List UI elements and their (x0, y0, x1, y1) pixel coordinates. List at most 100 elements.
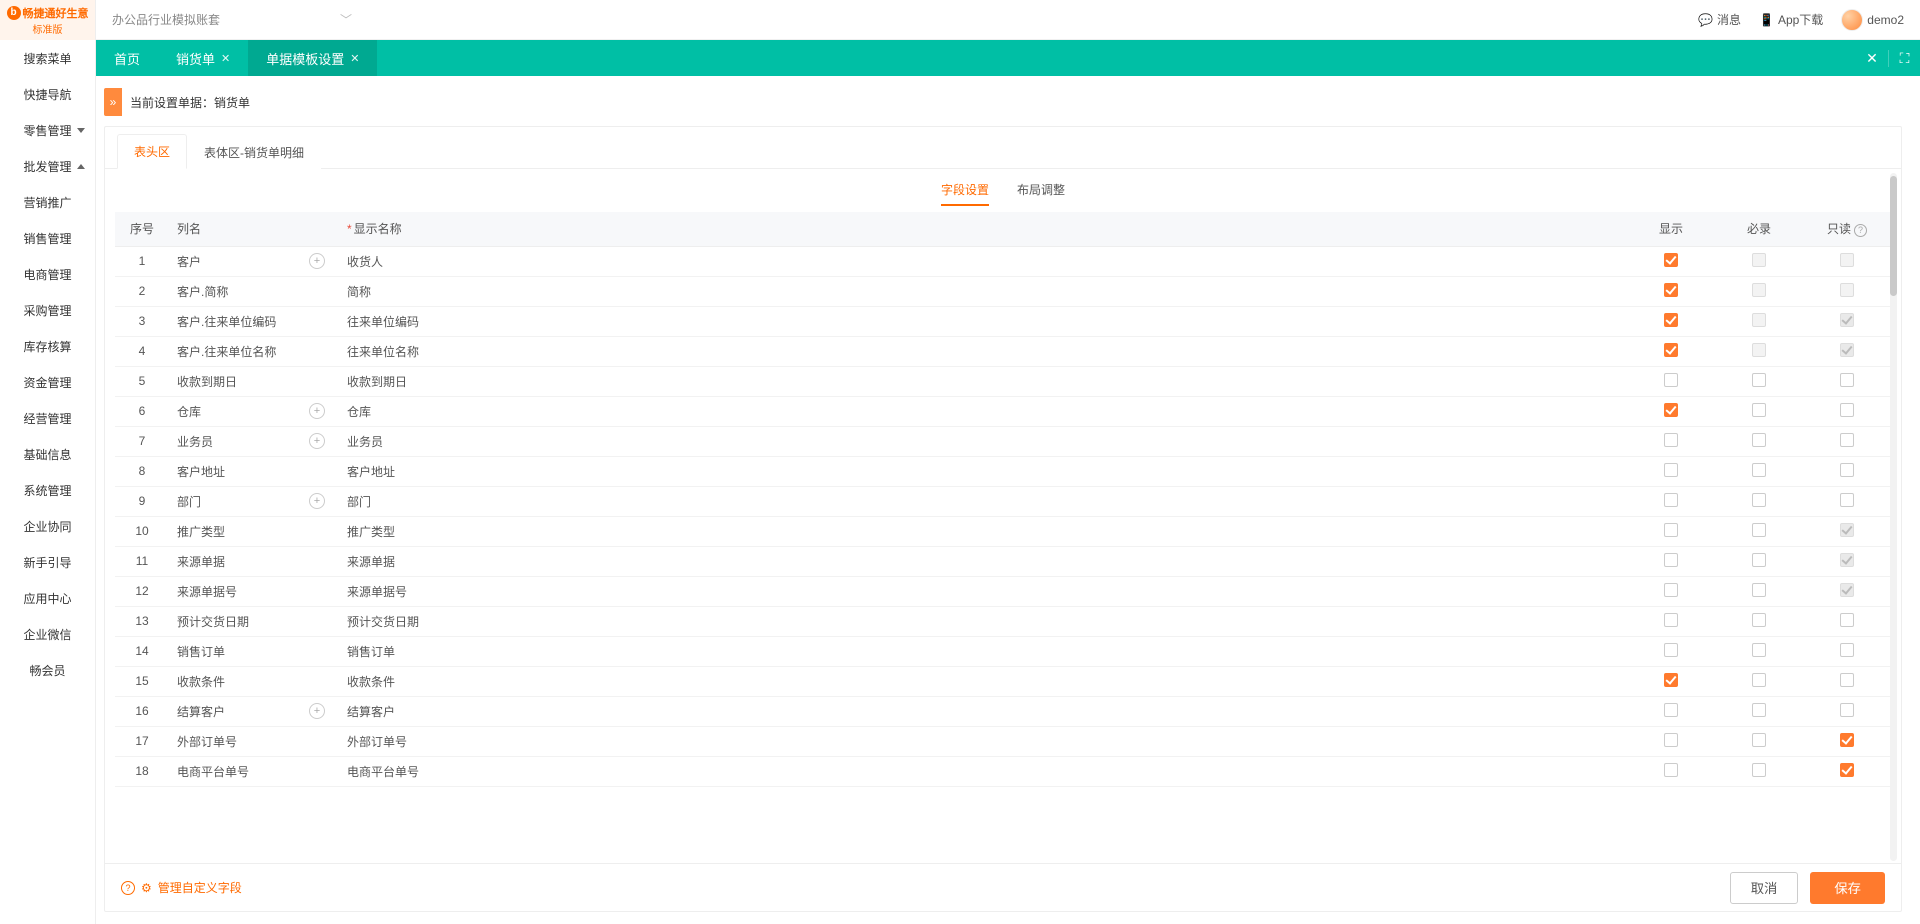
checkbox[interactable] (1752, 433, 1766, 447)
checkbox[interactable] (1664, 703, 1678, 717)
cell-displayname[interactable]: 收货人 (339, 246, 1627, 276)
checkbox[interactable] (1664, 373, 1678, 387)
sidebar-subitem[interactable]: 营销推广 (0, 184, 95, 220)
checkbox[interactable] (1752, 703, 1766, 717)
checkbox[interactable] (1664, 523, 1678, 537)
checkbox[interactable] (1840, 493, 1854, 507)
help-icon[interactable]: ? (1854, 224, 1867, 237)
checkbox[interactable] (1664, 553, 1678, 567)
sidebar-item[interactable]: 零售管理 (0, 112, 95, 148)
save-button[interactable]: 保存 (1810, 872, 1885, 904)
cancel-button[interactable]: 取消 (1730, 872, 1799, 904)
checkbox[interactable] (1840, 613, 1854, 627)
sidebar-item[interactable]: 基础信息 (0, 436, 95, 472)
account-switcher[interactable]: 办公品行业模拟账套 ﹀ (112, 11, 352, 28)
checkbox[interactable] (1752, 493, 1766, 507)
checkbox[interactable] (1840, 403, 1854, 417)
sidebar-item[interactable]: 新手引导 (0, 544, 95, 580)
manage-custom-fields-link[interactable]: ⚙ 管理自定义字段 (121, 879, 242, 896)
checkbox[interactable] (1664, 253, 1678, 267)
checkbox[interactable] (1664, 463, 1678, 477)
checkbox[interactable] (1840, 643, 1854, 657)
cell-displayname[interactable]: 部门 (339, 486, 1627, 516)
sidebar-item[interactable]: 快捷导航 (0, 76, 95, 112)
checkbox[interactable] (1840, 733, 1854, 747)
cell-displayname[interactable]: 业务员 (339, 426, 1627, 456)
add-subcolumn-icon[interactable]: + (309, 403, 325, 419)
add-subcolumn-icon[interactable]: + (309, 433, 325, 449)
tab-sales-doc[interactable]: 销货单 ✕ (158, 40, 248, 76)
checkbox[interactable] (1752, 553, 1766, 567)
tabbar-close-all[interactable]: ✕ (1856, 50, 1888, 67)
mode-tab-field-settings[interactable]: 字段设置 (941, 181, 989, 206)
checkbox[interactable] (1752, 403, 1766, 417)
vertical-scrollbar-thumb[interactable] (1890, 176, 1897, 296)
checkbox[interactable] (1752, 373, 1766, 387)
checkbox[interactable] (1664, 343, 1678, 357)
checkbox[interactable] (1752, 643, 1766, 657)
tab-template-settings[interactable]: 单据模板设置 ✕ (248, 40, 377, 76)
checkbox[interactable] (1752, 763, 1766, 777)
checkbox[interactable] (1664, 613, 1678, 627)
user-menu[interactable]: demo2 (1841, 9, 1904, 31)
cell-displayname[interactable]: 简称 (339, 276, 1627, 306)
checkbox[interactable] (1752, 583, 1766, 597)
cell-displayname[interactable]: 收款到期日 (339, 366, 1627, 396)
add-subcolumn-icon[interactable]: + (309, 253, 325, 269)
sidebar-item[interactable]: 电商管理 (0, 256, 95, 292)
cell-displayname[interactable]: 收款条件 (339, 666, 1627, 696)
checkbox[interactable] (1664, 403, 1678, 417)
sidebar-item[interactable]: 采购管理 (0, 292, 95, 328)
cell-displayname[interactable]: 来源单据号 (339, 576, 1627, 606)
tab-home[interactable]: 首页 (96, 40, 158, 76)
checkbox[interactable] (1664, 763, 1678, 777)
sidebar-subitem[interactable]: 销售管理 (0, 220, 95, 256)
sidebar-item[interactable]: 企业微信 (0, 616, 95, 652)
fields-table-scroll[interactable]: 序号 列名 *显示名称 显示 必录 只读? 1客户+收货人2客户 (105, 212, 1901, 863)
cell-displayname[interactable]: 电商平台单号 (339, 756, 1627, 786)
checkbox[interactable] (1664, 733, 1678, 747)
card-tab-body-area[interactable]: 表体区-销货单明细 (187, 135, 321, 169)
checkbox[interactable] (1840, 703, 1854, 717)
sidebar-item[interactable]: 经营管理 (0, 400, 95, 436)
add-subcolumn-icon[interactable]: + (309, 703, 325, 719)
app-download-button[interactable]: 📱 App下载 (1759, 11, 1823, 28)
vertical-scrollbar[interactable] (1890, 173, 1897, 861)
checkbox[interactable] (1664, 433, 1678, 447)
checkbox[interactable] (1752, 463, 1766, 477)
close-icon[interactable]: ✕ (221, 52, 230, 65)
messages-button[interactable]: 💬 消息 (1698, 11, 1741, 28)
checkbox[interactable] (1840, 373, 1854, 387)
mode-tab-layout[interactable]: 布局调整 (1017, 181, 1065, 206)
cell-displayname[interactable]: 外部订单号 (339, 726, 1627, 756)
cell-displayname[interactable]: 客户地址 (339, 456, 1627, 486)
cell-displayname[interactable]: 销售订单 (339, 636, 1627, 666)
cell-displayname[interactable]: 往来单位编码 (339, 306, 1627, 336)
sidebar-item[interactable]: 搜索菜单 (0, 40, 95, 76)
checkbox[interactable] (1664, 583, 1678, 597)
sidebar-item[interactable]: 库存核算 (0, 328, 95, 364)
checkbox[interactable] (1840, 763, 1854, 777)
checkbox[interactable] (1664, 643, 1678, 657)
checkbox[interactable] (1840, 463, 1854, 477)
checkbox[interactable] (1664, 313, 1678, 327)
cell-displayname[interactable]: 预计交货日期 (339, 606, 1627, 636)
checkbox[interactable] (1752, 523, 1766, 537)
checkbox[interactable] (1664, 673, 1678, 687)
cell-displayname[interactable]: 来源单据 (339, 546, 1627, 576)
checkbox[interactable] (1840, 673, 1854, 687)
cell-displayname[interactable]: 往来单位名称 (339, 336, 1627, 366)
sidebar-item[interactable]: 批发管理 (0, 148, 95, 184)
checkbox[interactable] (1840, 433, 1854, 447)
sidebar-item[interactable]: 应用中心 (0, 580, 95, 616)
tabbar-fullscreen[interactable]: ⛶ (1888, 50, 1920, 67)
checkbox[interactable] (1752, 733, 1766, 747)
cell-displayname[interactable]: 推广类型 (339, 516, 1627, 546)
sidebar-item[interactable]: 畅会员 (0, 652, 95, 688)
context-expand-handle[interactable]: » (104, 88, 122, 116)
card-tab-header-area[interactable]: 表头区 (117, 134, 187, 169)
close-icon[interactable]: ✕ (350, 52, 359, 65)
sidebar-item[interactable]: 资金管理 (0, 364, 95, 400)
sidebar-item[interactable]: 企业协同 (0, 508, 95, 544)
sidebar-item[interactable]: 系统管理 (0, 472, 95, 508)
